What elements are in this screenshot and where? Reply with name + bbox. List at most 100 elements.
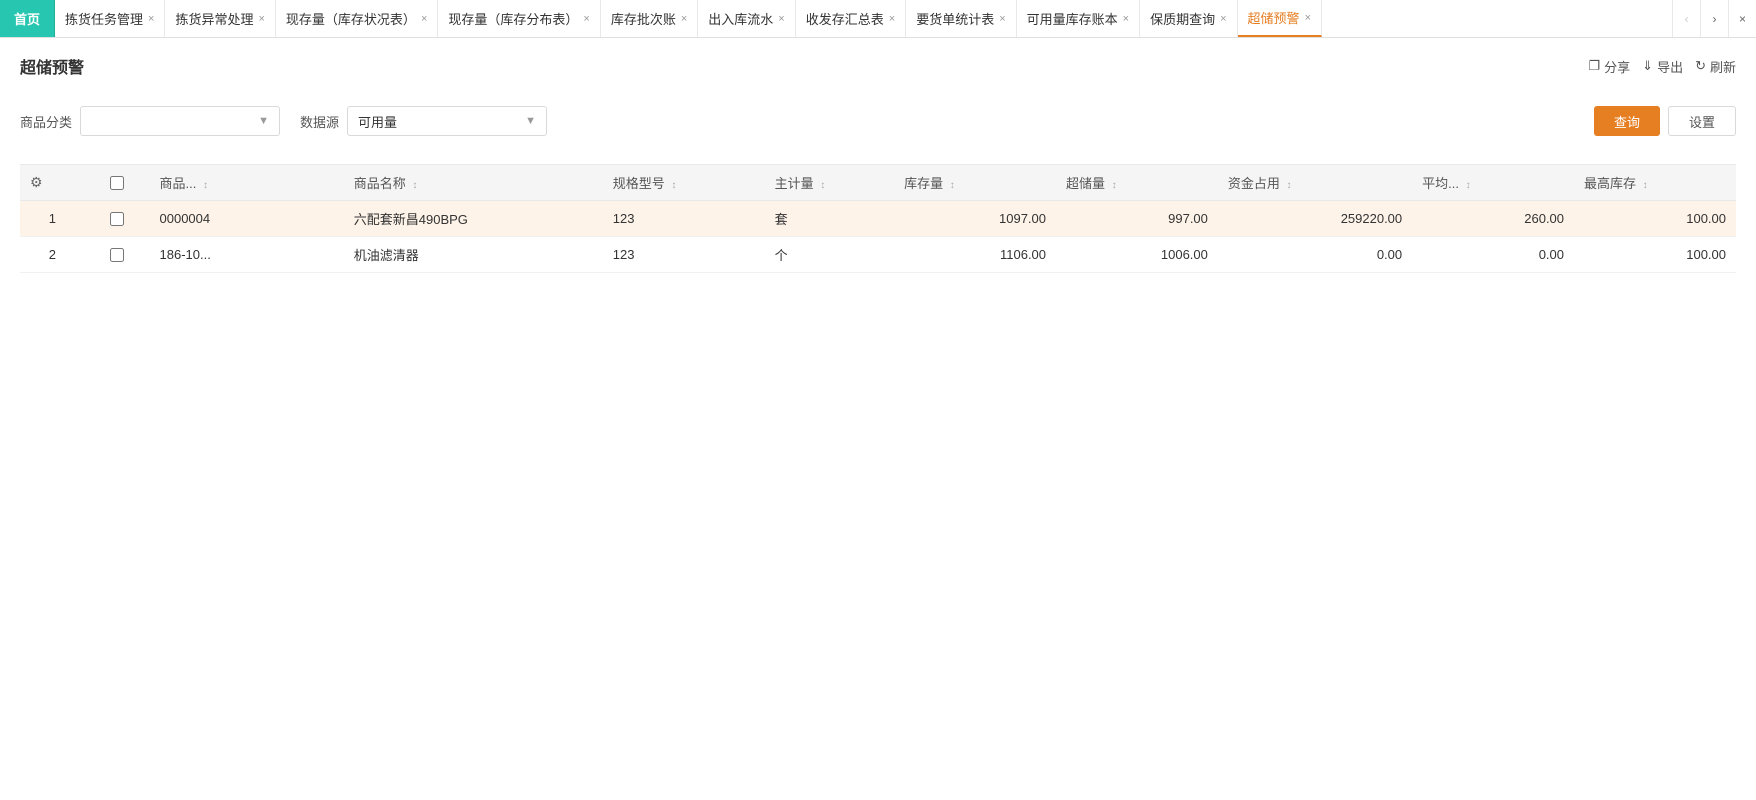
- nav-tab-label: 出入库流水: [708, 9, 773, 28]
- cell-maxstock: 100.00: [1574, 201, 1736, 237]
- th-overflow[interactable]: 超储量 ↕: [1056, 165, 1218, 201]
- row-checkbox[interactable]: [110, 248, 124, 262]
- nav-tab-stock-dist[interactable]: 现存量（库存分布表）×: [438, 0, 600, 37]
- nav-tab-label: 库存批次账: [611, 9, 676, 28]
- refresh-button[interactable]: ↻ 刷新: [1695, 57, 1736, 76]
- th-unit[interactable]: 主计量 ↕: [765, 165, 895, 201]
- nav-tab-task[interactable]: 拣货任务管理 ×: [55, 0, 165, 37]
- sort-icon-capital: ↕: [1287, 180, 1292, 191]
- nav-tab-close[interactable]: ×: [999, 13, 1005, 25]
- nav-tab-shelf-life[interactable]: 保质期查询×: [1140, 0, 1237, 37]
- nav-tab-abnormal[interactable]: 拣货异常处理 ×: [165, 0, 275, 37]
- th-goods-code[interactable]: 商品... ↕: [150, 165, 344, 201]
- th-goods-name[interactable]: 商品名称 ↕: [344, 165, 603, 201]
- nav-tab-close[interactable]: ×: [778, 13, 784, 25]
- header-actions: ❐ 分享 ⇓ 导出 ↻ 刷新: [1588, 57, 1736, 76]
- table-row: 1 0000004 六配套新昌490BPG 123 套 1097.00 997.…: [20, 201, 1736, 237]
- settings-icon[interactable]: ⚙: [30, 174, 43, 190]
- nav-tab-label: 要货单统计表: [916, 9, 994, 28]
- cell-capital: 259220.00: [1218, 201, 1412, 237]
- nav-tab-label: 超储预警: [1248, 8, 1300, 27]
- share-button[interactable]: ❐ 分享: [1588, 57, 1630, 76]
- th-avg-label: 平均...: [1422, 176, 1459, 191]
- cell-index: 1: [20, 201, 85, 237]
- page-title: 超储预警: [20, 54, 84, 78]
- page-content: 超储预警 ❐ 分享 ⇓ 导出 ↻ 刷新 商品分类 ▼ 数据源: [0, 38, 1756, 800]
- th-capital[interactable]: 资金占用 ↕: [1218, 165, 1412, 201]
- th-maxstock-label: 最高库存: [1584, 176, 1636, 191]
- nav-tab-close[interactable]: ×: [1123, 13, 1129, 25]
- cell-spec: 123: [603, 201, 765, 237]
- nav-next-arrow[interactable]: ›: [1700, 0, 1728, 37]
- datasource-select-arrow: ▼: [525, 115, 536, 127]
- cell-avg: 0.00: [1412, 237, 1574, 273]
- nav-tab-close[interactable]: ×: [1305, 12, 1311, 24]
- category-select-arrow: ▼: [258, 115, 269, 127]
- sort-icon-avg: ↕: [1466, 180, 1471, 191]
- row-checkbox[interactable]: [110, 212, 124, 226]
- sort-icon-overflow: ↕: [1112, 180, 1117, 191]
- sort-icon-spec: ↕: [671, 180, 676, 191]
- page-header: 超储预警 ❐ 分享 ⇓ 导出 ↻ 刷新: [20, 54, 1736, 78]
- nav-bar: 首页 拣货任务管理×拣货异常处理×现存量（库存状况表）×现存量（库存分布表）×库…: [0, 0, 1756, 38]
- datasource-select[interactable]: 可用量 ▼: [347, 106, 547, 136]
- sort-icon-goods-code: ↕: [203, 180, 208, 191]
- cell-spec: 123: [603, 237, 765, 273]
- nav-tab-label: 收发存汇总表: [806, 9, 884, 28]
- th-setting[interactable]: ⚙: [20, 165, 85, 201]
- nav-tab-overflow-warning[interactable]: 超储预警 ×: [1238, 0, 1322, 37]
- nav-prev-arrow[interactable]: ‹: [1672, 0, 1700, 37]
- cell-capital: 0.00: [1218, 237, 1412, 273]
- home-label: 首页: [14, 9, 40, 28]
- category-label: 商品分类: [20, 112, 72, 131]
- export-button[interactable]: ⇓ 导出: [1642, 57, 1683, 76]
- th-goods-name-label: 商品名称: [354, 176, 406, 191]
- category-filter: 商品分类 ▼: [20, 106, 280, 136]
- th-unit-label: 主计量: [775, 176, 814, 191]
- th-spec[interactable]: 规格型号 ↕: [603, 165, 765, 201]
- setting-button[interactable]: 设置: [1668, 106, 1736, 136]
- query-button[interactable]: 查询: [1594, 106, 1660, 136]
- nav-close-arrow[interactable]: ×: [1728, 0, 1756, 37]
- th-maxstock[interactable]: 最高库存 ↕: [1574, 165, 1736, 201]
- table-row: 2 186-10... 机油滤清器 123 个 1106.00 1006.00 …: [20, 237, 1736, 273]
- nav-tab-label: 拣货任务管理: [65, 9, 143, 28]
- nav-tab-inout[interactable]: 出入库流水 ×: [698, 0, 795, 37]
- nav-tab-collect[interactable]: 收发存汇总表 ×: [796, 0, 906, 37]
- nav-tab-close[interactable]: ×: [583, 13, 589, 25]
- data-table: ⚙ 商品... ↕ 商品名称 ↕ 规格型号 ↕: [20, 164, 1736, 273]
- nav-tab-close[interactable]: ×: [421, 13, 427, 25]
- cell-goods-code: 0000004: [150, 201, 344, 237]
- cell-goods-name: 机油滤清器: [344, 237, 603, 273]
- nav-arrows: ‹ › ×: [1672, 0, 1756, 37]
- th-avg[interactable]: 平均... ↕: [1412, 165, 1574, 201]
- share-icon: ❐: [1588, 58, 1600, 74]
- cell-overflow: 997.00: [1056, 201, 1218, 237]
- nav-tab-close[interactable]: ×: [681, 13, 687, 25]
- th-goods-code-label: 商品...: [160, 176, 197, 191]
- cell-index: 2: [20, 237, 85, 273]
- sort-icon-maxstock: ↕: [1643, 180, 1648, 191]
- nav-tab-close[interactable]: ×: [258, 13, 264, 25]
- th-capital-label: 资金占用: [1228, 176, 1280, 191]
- th-checkbox[interactable]: [85, 165, 150, 201]
- nav-tab-close[interactable]: ×: [889, 13, 895, 25]
- sort-icon-unit: ↕: [820, 180, 825, 191]
- export-icon: ⇓: [1642, 58, 1653, 74]
- select-all-checkbox[interactable]: [110, 176, 124, 190]
- refresh-label: 刷新: [1710, 57, 1736, 76]
- category-select[interactable]: ▼: [80, 106, 280, 136]
- nav-tab-close[interactable]: ×: [1220, 13, 1226, 25]
- nav-tab-avail-account[interactable]: 可用量库存账本×: [1017, 0, 1140, 37]
- filter-row: 商品分类 ▼ 数据源 可用量 ▼ 查询 设置: [20, 94, 1736, 148]
- th-stock[interactable]: 库存量 ↕: [894, 165, 1056, 201]
- nav-tab-stock-status[interactable]: 现存量（库存状况表）×: [276, 0, 438, 37]
- cell-checkbox[interactable]: [85, 201, 150, 237]
- nav-tab-batch[interactable]: 库存批次账 ×: [601, 0, 698, 37]
- nav-tab-label: 拣货异常处理: [175, 9, 253, 28]
- nav-tab-close[interactable]: ×: [148, 13, 154, 25]
- nav-tab-order-stat[interactable]: 要货单统计表 ×: [906, 0, 1016, 37]
- cell-checkbox[interactable]: [85, 237, 150, 273]
- nav-home[interactable]: 首页: [0, 0, 55, 37]
- cell-overflow: 1006.00: [1056, 237, 1218, 273]
